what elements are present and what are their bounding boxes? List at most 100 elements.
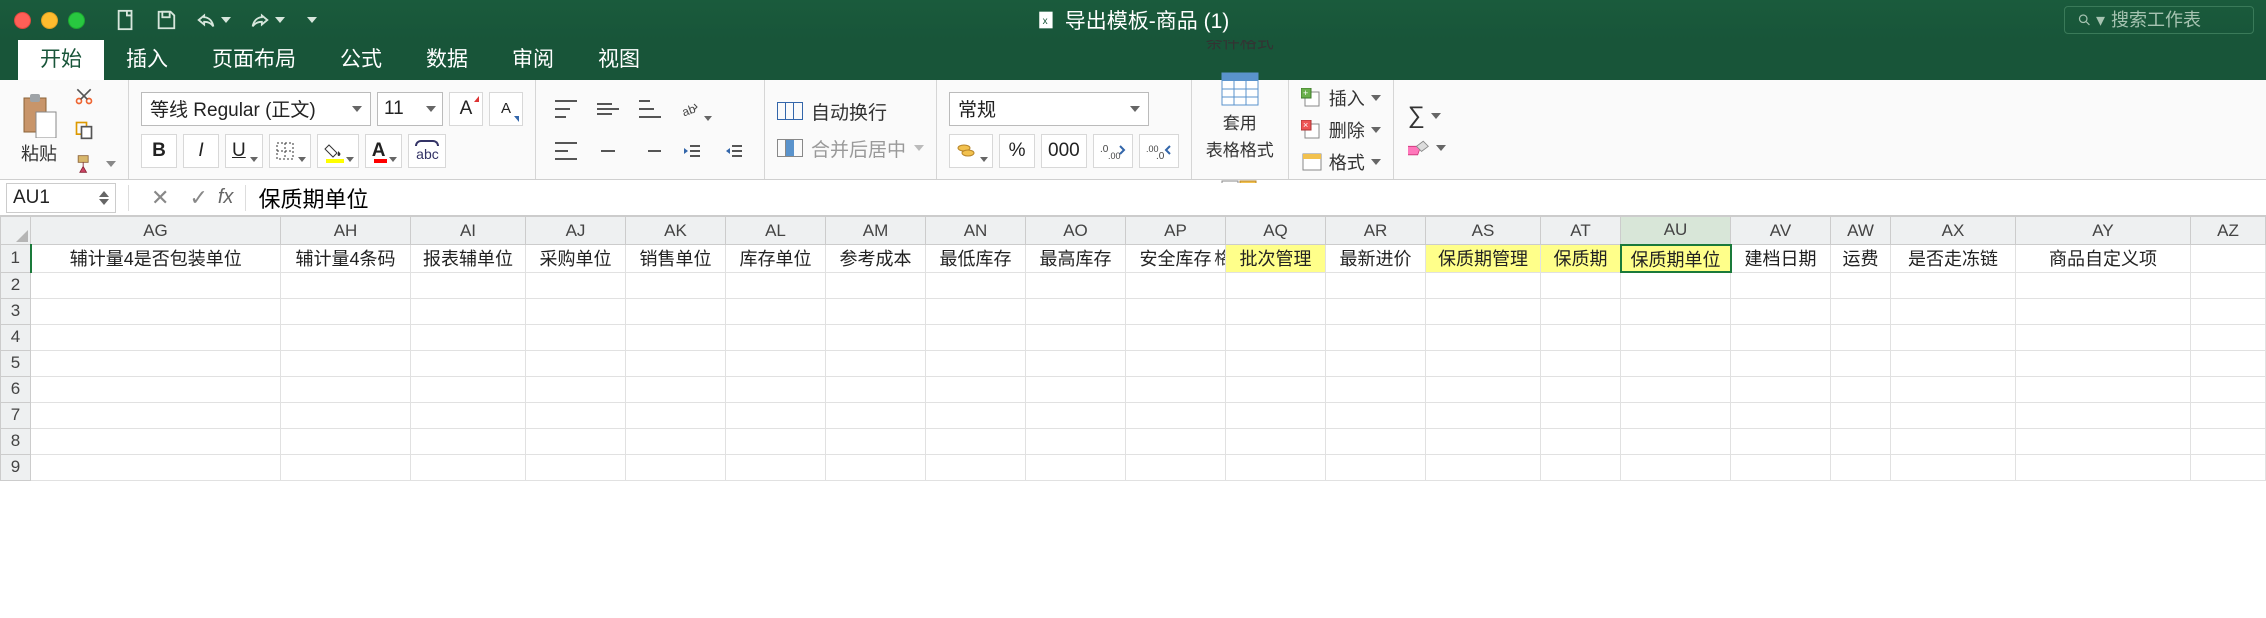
decrease-decimal-icon[interactable]: .00.0 [1139, 134, 1179, 168]
cell-AL5[interactable] [726, 350, 826, 376]
increase-font-icon[interactable] [449, 92, 483, 126]
cell-AM6[interactable] [826, 376, 926, 402]
cell-AM4[interactable] [826, 324, 926, 350]
cell-AX3[interactable] [1891, 298, 2016, 324]
cell-AM5[interactable] [826, 350, 926, 376]
cell-AY4[interactable] [2016, 324, 2191, 350]
cell-AY9[interactable] [2016, 454, 2191, 480]
save-icon[interactable] [155, 9, 177, 31]
cell-AH4[interactable] [281, 324, 411, 350]
number-format-select[interactable]: 常规 [949, 92, 1149, 126]
cell-AW3[interactable] [1831, 298, 1891, 324]
cell-AK7[interactable] [626, 402, 726, 428]
cell-AG6[interactable] [31, 376, 281, 402]
cell-AG9[interactable] [31, 454, 281, 480]
minimize-window[interactable] [41, 12, 58, 29]
comma-style-button[interactable]: 000 [1041, 134, 1087, 168]
underline-button[interactable]: U [225, 134, 263, 168]
search-sheet[interactable]: ▾ [2064, 6, 2254, 34]
cell-AW5[interactable] [1831, 350, 1891, 376]
fx-icon[interactable]: fx [218, 186, 234, 209]
cell-AX1[interactable]: 是否走冻链 [1891, 245, 2016, 273]
tab-data[interactable]: 数据 [404, 36, 490, 80]
cell-AS4[interactable] [1426, 324, 1541, 350]
cell-AV8[interactable] [1731, 428, 1831, 454]
cell-AX8[interactable] [1891, 428, 2016, 454]
cell-AL7[interactable] [726, 402, 826, 428]
row-header-1[interactable]: 1 [1, 245, 31, 273]
cell-AI4[interactable] [411, 324, 526, 350]
col-header-AK[interactable]: AK [626, 217, 726, 245]
cell-AK4[interactable] [626, 324, 726, 350]
cell-AX9[interactable] [1891, 454, 2016, 480]
cell-AO1[interactable]: 最高库存 [1026, 245, 1126, 273]
col-header-AO[interactable]: AO [1026, 217, 1126, 245]
cell-AK5[interactable] [626, 350, 726, 376]
col-header-AZ[interactable]: AZ [2191, 217, 2266, 245]
delete-cells-button[interactable]: × 删除 [1301, 117, 1381, 143]
cell-AV9[interactable] [1731, 454, 1831, 480]
cell-AV1[interactable]: 建档日期 [1731, 245, 1831, 273]
cell-AQ5[interactable] [1226, 350, 1326, 376]
cell-AZ7[interactable] [2191, 402, 2266, 428]
cell-AX7[interactable] [1891, 402, 2016, 428]
wrap-text-button[interactable]: 自动换行 [777, 98, 924, 125]
cell-AK8[interactable] [626, 428, 726, 454]
cell-AU7[interactable] [1621, 402, 1731, 428]
cell-AX4[interactable] [1891, 324, 2016, 350]
align-middle-icon[interactable] [590, 92, 626, 126]
cell-AW8[interactable] [1831, 428, 1891, 454]
cell-AR2[interactable] [1326, 272, 1426, 298]
cell-AY5[interactable] [2016, 350, 2191, 376]
cell-AP7[interactable] [1126, 402, 1226, 428]
cell-AS1[interactable]: 保质期管理 [1426, 245, 1541, 273]
cell-AU2[interactable] [1621, 272, 1731, 298]
cell-AL3[interactable] [726, 298, 826, 324]
cell-AR5[interactable] [1326, 350, 1426, 376]
cell-AI9[interactable] [411, 454, 526, 480]
cell-AT1[interactable]: 保质期 [1541, 245, 1621, 273]
cell-AR9[interactable] [1326, 454, 1426, 480]
maximize-window[interactable] [68, 12, 85, 29]
font-size-select[interactable]: 11 [377, 92, 443, 126]
align-center-icon[interactable] [590, 134, 626, 168]
cell-AX5[interactable] [1891, 350, 2016, 376]
align-top-icon[interactable] [548, 92, 584, 126]
cell-AV2[interactable] [1731, 272, 1831, 298]
cell-AZ4[interactable] [2191, 324, 2266, 350]
cell-AY1[interactable]: 商品自定义项 [2016, 245, 2191, 273]
row-header-9[interactable]: 9 [1, 454, 31, 480]
cell-AT6[interactable] [1541, 376, 1621, 402]
cell-AR6[interactable] [1326, 376, 1426, 402]
cell-AG7[interactable] [31, 402, 281, 428]
cell-AJ8[interactable] [526, 428, 626, 454]
cell-AY8[interactable] [2016, 428, 2191, 454]
percent-button[interactable]: % [999, 134, 1035, 168]
select-all-corner[interactable] [1, 217, 31, 245]
cell-AS9[interactable] [1426, 454, 1541, 480]
cell-AJ7[interactable] [526, 402, 626, 428]
cell-AJ6[interactable] [526, 376, 626, 402]
cell-AH2[interactable] [281, 272, 411, 298]
cell-AO4[interactable] [1026, 324, 1126, 350]
cell-AG5[interactable] [31, 350, 281, 376]
cell-AN9[interactable] [926, 454, 1026, 480]
cell-AT7[interactable] [1541, 402, 1621, 428]
cell-AO5[interactable] [1026, 350, 1126, 376]
cell-AR8[interactable] [1326, 428, 1426, 454]
cell-AI1[interactable]: 报表辅单位 [411, 245, 526, 273]
cell-AX6[interactable] [1891, 376, 2016, 402]
cell-AN3[interactable] [926, 298, 1026, 324]
cell-AL1[interactable]: 库存单位 [726, 245, 826, 273]
cell-AJ2[interactable] [526, 272, 626, 298]
cell-AY7[interactable] [2016, 402, 2191, 428]
cell-AQ1[interactable]: 批次管理 [1226, 245, 1326, 273]
cell-AN6[interactable] [926, 376, 1026, 402]
cell-AG3[interactable] [31, 298, 281, 324]
col-header-AM[interactable]: AM [826, 217, 926, 245]
cell-AO6[interactable] [1026, 376, 1126, 402]
col-header-AJ[interactable]: AJ [526, 217, 626, 245]
cell-AN5[interactable] [926, 350, 1026, 376]
cell-AL4[interactable] [726, 324, 826, 350]
formula-input[interactable] [258, 183, 2266, 213]
